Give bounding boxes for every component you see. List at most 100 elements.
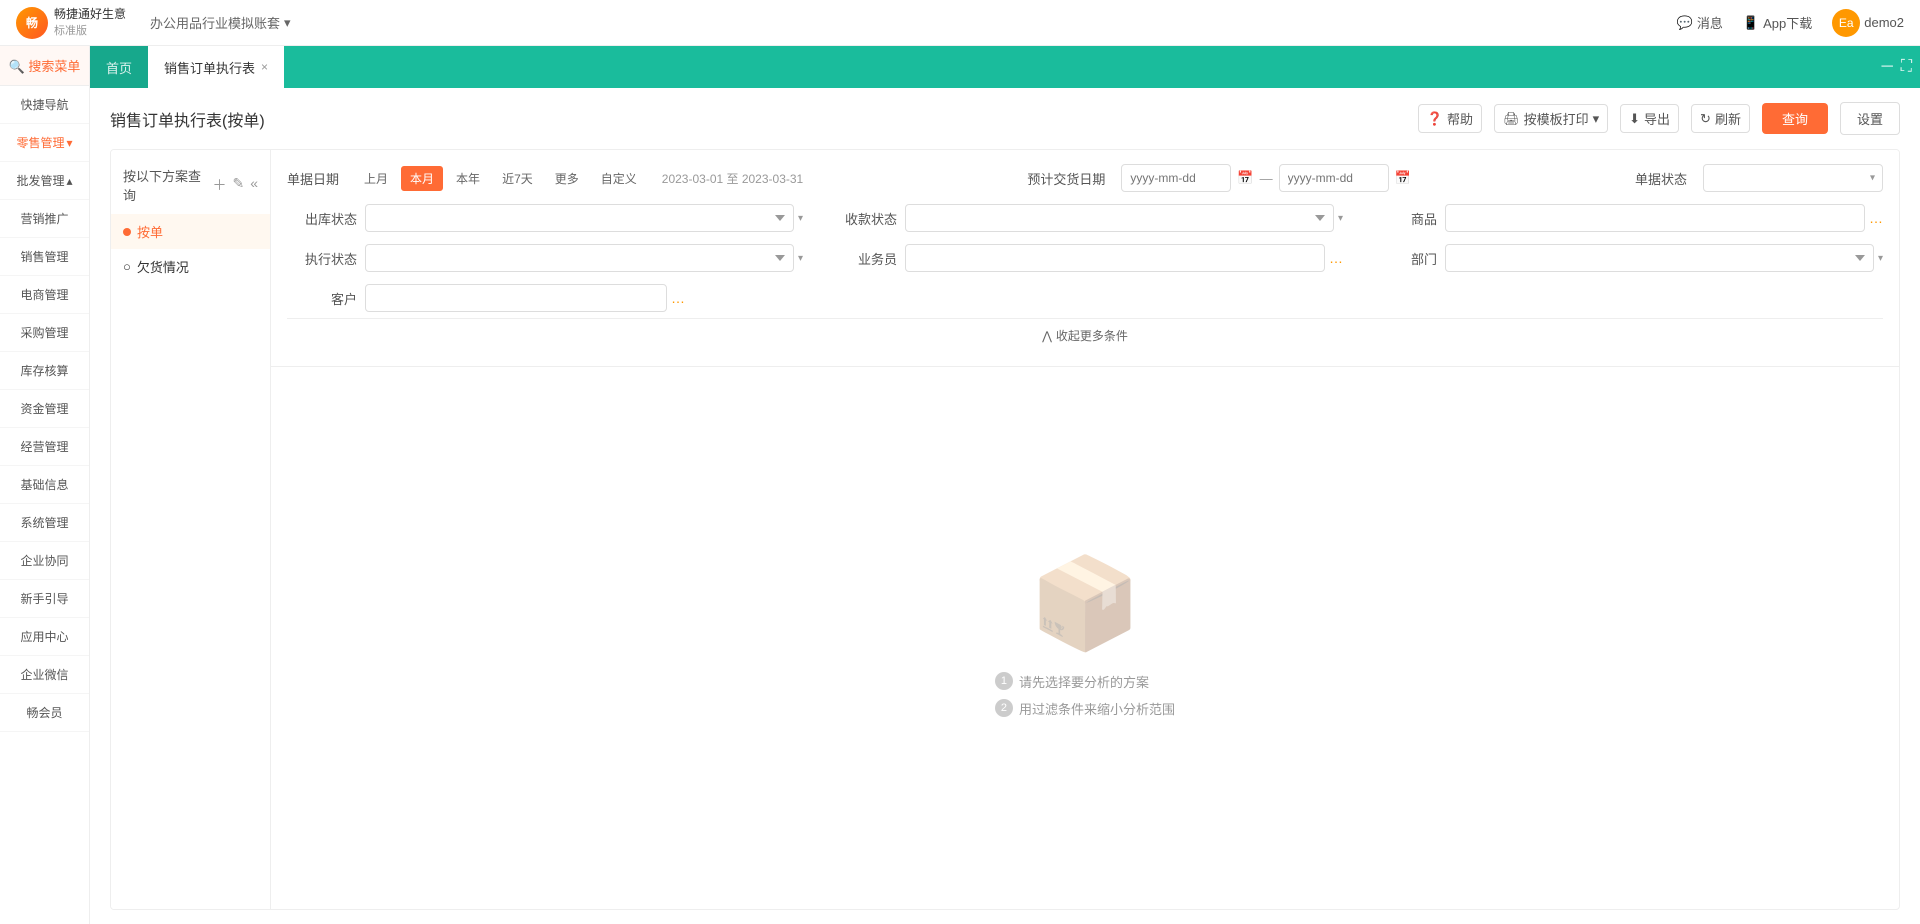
content-area: 首页 销售订单执行表 × ─ ⛶ 销售订单执行表(按单) ❓ bbox=[90, 46, 1920, 924]
messages-button[interactable]: 💬 消息 bbox=[1677, 13, 1723, 32]
page-content: 销售订单执行表(按单) ❓ 帮助 🖨 按模板打印 ▾ ⬇ bbox=[90, 88, 1920, 924]
expected-date-from[interactable] bbox=[1121, 164, 1231, 192]
sidebar-item-operations[interactable]: 经营管理 bbox=[0, 428, 89, 466]
logo-icon: 畅 bbox=[16, 7, 48, 39]
dept-arrow: ▾ bbox=[1878, 253, 1883, 264]
outstock-select[interactable] bbox=[365, 204, 794, 232]
filter-row-customer: 客户 … bbox=[287, 284, 1883, 312]
sidebar-system-label: 系统管理 bbox=[20, 516, 68, 530]
export-icon: ⬇ bbox=[1629, 111, 1640, 127]
sidebar-operations-label: 经营管理 bbox=[20, 440, 68, 454]
add-plan-button[interactable]: ＋ bbox=[212, 175, 226, 195]
sidebar-item-wechat[interactable]: 企业微信 bbox=[0, 656, 89, 694]
goods-input[interactable] bbox=[1445, 204, 1865, 232]
avatar: Ea bbox=[1832, 9, 1860, 37]
sidebar-item-quick-nav[interactable]: 快捷导航 bbox=[0, 86, 89, 124]
sidebar-search[interactable]: 🔍 搜索菜单 bbox=[0, 46, 89, 86]
filter-item-exec-status: 执行状态 ▾ bbox=[287, 244, 803, 272]
messages-icon: 💬 bbox=[1677, 15, 1693, 31]
app-download-button[interactable]: 📱 App下载 bbox=[1743, 13, 1812, 32]
user-menu[interactable]: Ea demo2 bbox=[1832, 9, 1904, 37]
calendar-to-icon[interactable]: 📅 bbox=[1395, 170, 1411, 186]
date-range-text: 2023-03-01 至 2023-03-31 bbox=[662, 170, 803, 187]
exec-status-select[interactable] bbox=[365, 244, 794, 272]
sidebar-item-wholesale[interactable]: 批发管理 ▴ bbox=[0, 162, 89, 200]
sidebar-marketing-label: 营销推广 bbox=[20, 212, 68, 226]
expected-date-label: 预计交货日期 bbox=[1027, 169, 1105, 188]
sidebar-item-newbie[interactable]: 新手引导 bbox=[0, 580, 89, 618]
sidebar-item-purchase[interactable]: 采购管理 bbox=[0, 314, 89, 352]
filter-grid-row2: 出库状态 ▾ 收 bbox=[287, 204, 1883, 272]
help-button[interactable]: ❓ 帮助 bbox=[1418, 104, 1482, 133]
dept-select[interactable] bbox=[1445, 244, 1874, 272]
sidebar-item-system[interactable]: 系统管理 bbox=[0, 504, 89, 542]
calendar-from-icon[interactable]: 📅 bbox=[1237, 170, 1253, 186]
collapse-button[interactable]: ⋀ 收起更多条件 bbox=[287, 318, 1883, 352]
salesperson-more-icon[interactable]: … bbox=[1329, 250, 1343, 266]
payment-select[interactable] bbox=[905, 204, 1334, 232]
status-select-wrap: ▾ bbox=[1703, 164, 1883, 192]
salesperson-control: … bbox=[905, 244, 1343, 272]
sidebar: 🔍 搜索菜单 快捷导航 零售管理 ▾ 批发管理 ▴ 营销推广 销售管理 电商管理… bbox=[0, 46, 90, 924]
export-button[interactable]: ⬇ 导出 bbox=[1620, 104, 1679, 133]
tab-sales-order[interactable]: 销售订单执行表 × bbox=[148, 46, 284, 88]
date-tab-custom[interactable]: 自定义 bbox=[592, 166, 646, 191]
chevron-up-icon: ▴ bbox=[66, 174, 72, 188]
date-tab-last-month[interactable]: 上月 bbox=[355, 166, 397, 191]
sidebar-item-enterprise[interactable]: 企业协同 bbox=[0, 542, 89, 580]
status-select[interactable] bbox=[1703, 164, 1883, 192]
sidebar-item-retail[interactable]: 零售管理 ▾ bbox=[0, 124, 89, 162]
sidebar-purchase-label: 采购管理 bbox=[20, 326, 68, 340]
sidebar-item-member[interactable]: 畅会员 bbox=[0, 694, 89, 732]
outstock-label: 出库状态 bbox=[287, 209, 357, 228]
sidebar-item-basic[interactable]: 基础信息 bbox=[0, 466, 89, 504]
sidebar-item-finance[interactable]: 资金管理 bbox=[0, 390, 89, 428]
tab-minimize-icon[interactable]: ─ bbox=[1881, 58, 1892, 76]
refresh-icon: ↻ bbox=[1700, 111, 1711, 127]
tip-num-2: 2 bbox=[995, 699, 1013, 717]
chevron-down-icon2: ▾ bbox=[1593, 111, 1600, 127]
salesperson-input[interactable] bbox=[905, 244, 1325, 272]
tab-home[interactable]: 首页 bbox=[90, 46, 148, 88]
tab-expand-icon[interactable]: ⛶ bbox=[1901, 58, 1912, 76]
expected-date-range: 📅 — 📅 bbox=[1121, 164, 1410, 192]
query-button[interactable]: 查询 bbox=[1762, 103, 1828, 134]
tip-num-1: 1 bbox=[995, 672, 1013, 690]
payment-label: 收款状态 bbox=[827, 209, 897, 228]
sidebar-item-marketing[interactable]: 营销推广 bbox=[0, 200, 89, 238]
customer-more-icon[interactable]: … bbox=[671, 290, 685, 306]
expected-date-to[interactable] bbox=[1279, 164, 1389, 192]
setup-button[interactable]: 设置 bbox=[1840, 102, 1900, 135]
template-print-button[interactable]: 🖨 按模板打印 ▾ bbox=[1494, 104, 1608, 133]
logo-area: 畅 畅捷通好生意 标准版 bbox=[16, 7, 126, 39]
sidebar-item-ecom[interactable]: 电商管理 bbox=[0, 276, 89, 314]
date-tab-this-year[interactable]: 本年 bbox=[447, 166, 489, 191]
date-tab-more[interactable]: 更多 bbox=[546, 166, 588, 191]
sidebar-wholesale-label: 批发管理 bbox=[16, 172, 64, 189]
tabs-right: ─ ⛶ bbox=[1881, 58, 1920, 76]
edit-plan-button[interactable]: ✎ bbox=[232, 175, 244, 195]
sidebar-member-label: 畅会员 bbox=[26, 706, 62, 720]
tab-close-icon[interactable]: × bbox=[261, 60, 268, 74]
print-icon: 🖨 bbox=[1503, 111, 1520, 127]
dept-control: ▾ bbox=[1445, 244, 1883, 272]
date-tab-this-month[interactable]: 本月 bbox=[401, 166, 443, 191]
arrears-icon: ○ bbox=[123, 259, 131, 274]
username: demo2 bbox=[1864, 15, 1904, 30]
sidebar-wechat-label: 企业微信 bbox=[20, 668, 68, 682]
logo-title: 畅捷通好生意 bbox=[54, 7, 126, 21]
empty-tip-1: 1 请先选择要分析的方案 bbox=[995, 672, 1175, 691]
outstock-arrow: ▾ bbox=[798, 213, 803, 224]
goods-label: 商品 bbox=[1367, 209, 1437, 228]
sidebar-enterprise-label: 企业协同 bbox=[20, 554, 68, 568]
left-panel-item-arrears[interactable]: ○ 欠货情况 bbox=[111, 249, 270, 284]
collapse-panel-button[interactable]: « bbox=[250, 175, 258, 195]
left-panel-item-by-order[interactable]: 按单 bbox=[111, 214, 270, 249]
date-tab-last7[interactable]: 近7天 bbox=[493, 166, 542, 191]
goods-more-icon[interactable]: … bbox=[1869, 210, 1883, 226]
customer-input[interactable] bbox=[365, 284, 667, 312]
sidebar-item-inventory[interactable]: 库存核算 bbox=[0, 352, 89, 390]
refresh-button[interactable]: ↻ 刷新 bbox=[1691, 104, 1750, 133]
sidebar-item-apps[interactable]: 应用中心 bbox=[0, 618, 89, 656]
sidebar-item-sales[interactable]: 销售管理 bbox=[0, 238, 89, 276]
